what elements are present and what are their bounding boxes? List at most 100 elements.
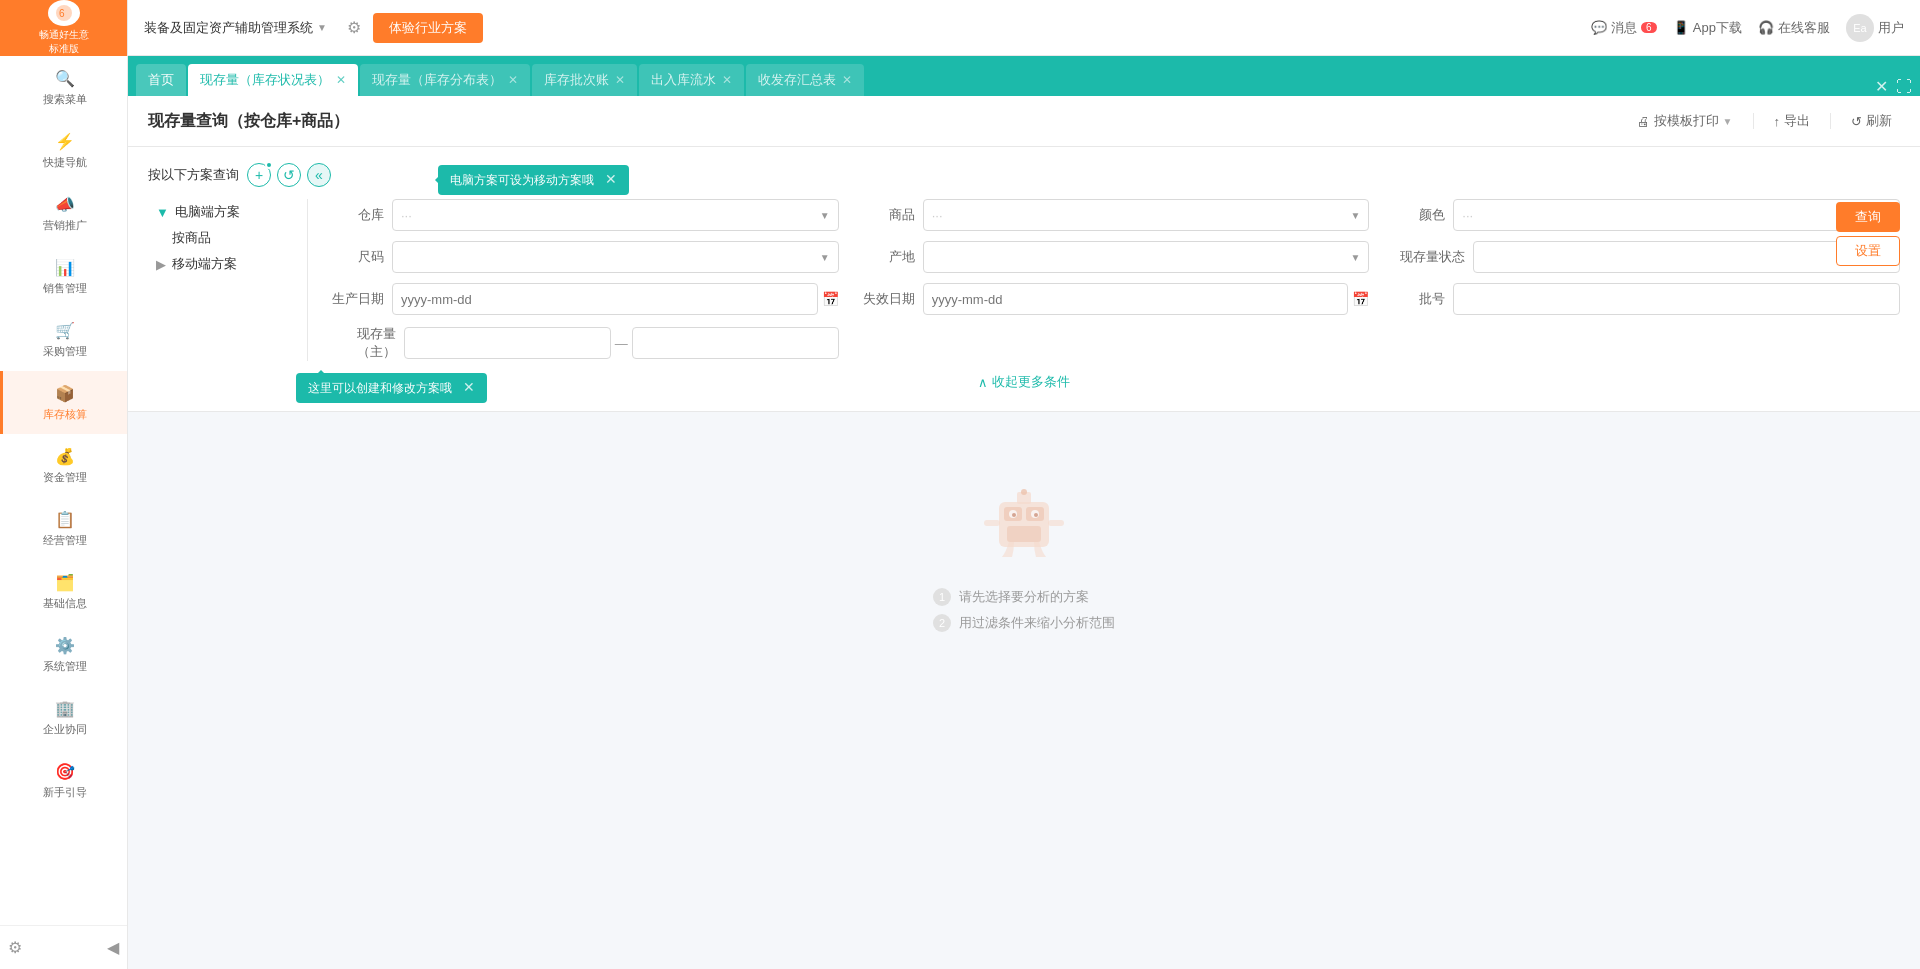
sidebar-item-basic[interactable]: 🗂️ 基础信息 [0, 560, 127, 623]
sidebar-item-label: 经营管理 [43, 533, 87, 548]
page-title: 现存量查询（按仓库+商品） [148, 111, 349, 132]
scheme-mobile-label: 移动端方案 [172, 255, 237, 273]
basic-icon: 🗂️ [55, 572, 75, 592]
message-btn[interactable]: 💬 消息 6 [1591, 19, 1657, 37]
tab-close-icon[interactable]: ✕ [336, 73, 346, 87]
filter-row-3: 生产日期 📅 失效日期 📅 [324, 283, 1900, 315]
exp-date-input[interactable] [923, 283, 1349, 315]
tab-close-icon[interactable]: ✕ [842, 73, 852, 87]
industry-btn[interactable]: 体验行业方案 [373, 13, 483, 43]
tab-inventory-status[interactable]: 现存量（库存状况表） ✕ [188, 64, 358, 96]
sidebar-item-label: 资金管理 [43, 470, 87, 485]
empty-tips: 1 请先选择要分析的方案 2 用过滤条件来缩小分析范围 [933, 588, 1115, 632]
divider [1753, 113, 1754, 129]
goods-select[interactable]: ··· ▼ [923, 199, 1370, 231]
app-logo: 6 畅通好生意 标准版 [0, 0, 127, 56]
exp-date-calendar-icon[interactable]: 📅 [1352, 291, 1369, 307]
sidebar-item-finance[interactable]: 💰 资金管理 [0, 434, 127, 497]
exp-date-label: 失效日期 [855, 290, 915, 308]
sidebar-item-operations[interactable]: 📋 经营管理 [0, 497, 127, 560]
collapse-btn[interactable]: ∧ 收起更多条件 [978, 373, 1070, 391]
message-badge: 6 [1641, 22, 1657, 33]
sidebar-item-label: 企业协同 [43, 722, 87, 737]
quantity-max-input[interactable] [632, 327, 839, 359]
sidebar-item-label: 库存核算 [43, 407, 87, 422]
user-btn[interactable]: Ea 用户 [1846, 14, 1904, 42]
tab-close-all-icon[interactable]: ✕ [1875, 77, 1888, 96]
tab-close-icon[interactable]: ✕ [615, 73, 625, 87]
tab-inout[interactable]: 出入库流水 ✕ [639, 64, 744, 96]
origin-select[interactable]: ▼ [923, 241, 1370, 273]
scheme-label: 电脑端方案 [175, 203, 240, 221]
origin-dropdown: ▼ [1350, 252, 1360, 263]
sidebar-item-label: 搜索菜单 [43, 92, 87, 107]
back-filter-btn[interactable]: « [307, 163, 331, 187]
goods-label: 商品 [855, 206, 915, 224]
filter-goods: 商品 ··· ▼ [855, 199, 1370, 231]
query-btn[interactable]: 查询 [1836, 202, 1900, 232]
scheme-item-pc[interactable]: ▼ 电脑端方案 [148, 199, 299, 225]
online-service-label: 在线客服 [1778, 19, 1830, 37]
sidebar-item-label: 营销推广 [43, 218, 87, 233]
sidebar-item-guide[interactable]: 🎯 新手引导 [0, 749, 127, 812]
prod-date-calendar-icon[interactable]: 📅 [822, 291, 839, 307]
dot-indicator [265, 161, 273, 169]
tab-inout-label: 出入库流水 [651, 71, 716, 89]
sidebar-item-quick[interactable]: ⚡ 快捷导航 [0, 119, 127, 182]
tab-collection[interactable]: 收发存汇总表 ✕ [746, 64, 864, 96]
sidebar-item-marketing[interactable]: 📣 营销推广 [0, 182, 127, 245]
main-content: 装备及固定资产辅助管理系统 ▼ ⚙ 体验行业方案 💬 消息 6 📱 App下载 … [128, 0, 1920, 969]
sidebar-item-purchase[interactable]: 🛒 采购管理 [0, 308, 127, 371]
sidebar-item-system[interactable]: ⚙️ 系统管理 [0, 623, 127, 686]
batch-no-input[interactable] [1453, 283, 1900, 315]
tab-batch[interactable]: 库存批次账 ✕ [532, 64, 637, 96]
color-placeholder: ··· [1462, 208, 1473, 223]
tip-num-2: 2 [933, 614, 951, 632]
app-name: 畅通好生意 [39, 28, 89, 42]
tab-inventory-dist[interactable]: 现存量（库存分布表） ✕ [360, 64, 530, 96]
sidebar-item-inventory[interactable]: 📦 库存核算 [0, 371, 127, 434]
scheme-item-pc-sub[interactable]: 按商品 [148, 225, 299, 251]
header-settings-icon[interactable]: ⚙ [347, 18, 361, 37]
settings-bottom-icon[interactable]: ⚙ [8, 938, 22, 957]
action-btns: 查询 设置 [1836, 202, 1900, 266]
online-service-btn[interactable]: 🎧 在线客服 [1758, 19, 1830, 37]
add-filter-btn[interactable]: + [247, 163, 271, 187]
refresh-btn[interactable]: ↺ 刷新 [1843, 108, 1900, 134]
header-left: 装备及固定资产辅助管理系统 ▼ ⚙ 体验行业方案 [144, 13, 483, 43]
reset-filter-btn[interactable]: ↺ [277, 163, 301, 187]
tab-home[interactable]: 首页 [136, 64, 186, 96]
collapse-sidebar-icon[interactable]: ◀ [107, 938, 119, 957]
scheme-panel: ▼ 电脑端方案 按商品 ▶ 移动端方案 这里可以创建和修改方案哦 ✕ [148, 199, 308, 361]
filter-label: 按以下方案查询 [148, 166, 239, 184]
sidebar-item-search[interactable]: 🔍 搜索菜单 [0, 56, 127, 119]
sidebar-item-label: 采购管理 [43, 344, 87, 359]
service-icon: 🎧 [1758, 20, 1774, 35]
tab-close-icon[interactable]: ✕ [508, 73, 518, 87]
phone-icon: 📱 [1673, 20, 1689, 35]
tab-close-icon[interactable]: ✕ [722, 73, 732, 87]
app-download-btn[interactable]: 📱 App下载 [1673, 19, 1742, 37]
sidebar-bottom: ⚙ ◀ [0, 925, 127, 969]
quick-icon: ⚡ [55, 131, 75, 151]
quantity-min-input[interactable] [404, 327, 611, 359]
prod-date-input[interactable] [392, 283, 818, 315]
message-label: 消息 [1611, 19, 1637, 37]
tooltip-close-2[interactable]: ✕ [463, 379, 475, 395]
filter-origin: 产地 ▼ [855, 241, 1370, 273]
export-btn[interactable]: ↑ 导出 [1766, 108, 1819, 134]
system-title-select[interactable]: 装备及固定资产辅助管理系统 ▼ [144, 19, 327, 37]
goods-dropdown: ▼ [1350, 210, 1360, 221]
tooltip-close-1[interactable]: ✕ [605, 171, 617, 187]
reset-btn[interactable]: 设置 [1836, 236, 1900, 266]
warehouse-dropdown: ▼ [820, 210, 830, 221]
sidebar-item-enterprise[interactable]: 🏢 企业协同 [0, 686, 127, 749]
exp-date-range: 📅 [923, 283, 1370, 315]
print-btn[interactable]: 🖨 按模板打印 ▼ [1629, 108, 1741, 134]
scheme-item-mobile[interactable]: ▶ 移动端方案 [148, 251, 299, 277]
size-select[interactable]: ▼ [392, 241, 839, 273]
tab-fullscreen-icon[interactable]: ⛶ [1896, 78, 1912, 96]
sidebar-item-sales[interactable]: 📊 销售管理 [0, 245, 127, 308]
warehouse-select[interactable]: ··· ▼ [392, 199, 839, 231]
color-select[interactable]: ··· ▼ [1453, 199, 1900, 231]
